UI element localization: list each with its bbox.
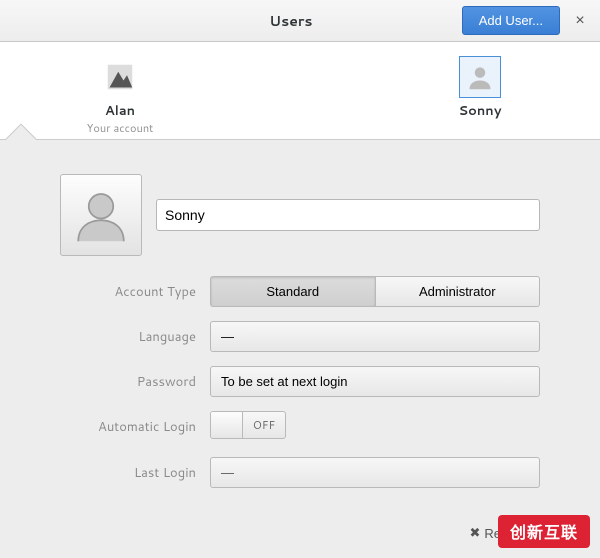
row-automatic-login: Automatic Login OFF [60, 411, 540, 443]
label-last-login: Last Login [60, 464, 210, 482]
row-account-type: Account Type Standard Administrator [60, 276, 540, 307]
avatar-photo-icon [99, 56, 141, 98]
close-button[interactable]: × [566, 7, 594, 35]
automatic-login-switch[interactable]: OFF [210, 411, 286, 439]
watermark-badge: 创新互联 [498, 515, 590, 548]
row-password: Password To be set at next login [60, 366, 540, 397]
add-user-button[interactable]: Add User... [462, 6, 560, 35]
row-last-login: Last Login — [60, 457, 540, 488]
user-detail-form: Account Type Standard Administrator Lang… [0, 140, 600, 518]
label-language: Language [60, 328, 210, 346]
user-subtitle-label: Your account [80, 120, 160, 136]
person-icon [73, 187, 129, 243]
account-type-standard[interactable]: Standard [210, 276, 375, 307]
password-button[interactable]: To be set at next login [210, 366, 540, 397]
remove-icon: ✖ [470, 525, 481, 541]
title-bar: Users Add User... × [0, 0, 600, 42]
row-language: Language — [60, 321, 540, 352]
last-login-value: — [210, 457, 540, 488]
language-selector[interactable]: — [210, 321, 540, 352]
account-type-administrator[interactable]: Administrator [375, 276, 541, 307]
user-card-alan[interactable]: Alan Your account [80, 56, 160, 136]
titlebar-actions: Add User... × [462, 6, 594, 35]
user-card-sonny[interactable]: Sonny [440, 56, 520, 120]
avatar-picker-button[interactable] [60, 174, 142, 256]
account-type-toggle: Standard Administrator [210, 276, 540, 307]
switch-knob [211, 412, 243, 438]
avatar-silhouette-icon [459, 56, 501, 98]
label-automatic-login: Automatic Login [60, 418, 210, 436]
user-name-label: Alan [80, 102, 160, 120]
user-name-label: Sonny [440, 102, 520, 120]
user-list: Alan Your account Sonny [0, 42, 600, 140]
window-title: Users [120, 11, 462, 31]
avatar-name-row [60, 174, 540, 256]
full-name-input[interactable] [156, 199, 540, 231]
switch-state-label: OFF [243, 412, 285, 438]
label-password: Password [60, 373, 210, 391]
label-account-type: Account Type [60, 283, 210, 301]
